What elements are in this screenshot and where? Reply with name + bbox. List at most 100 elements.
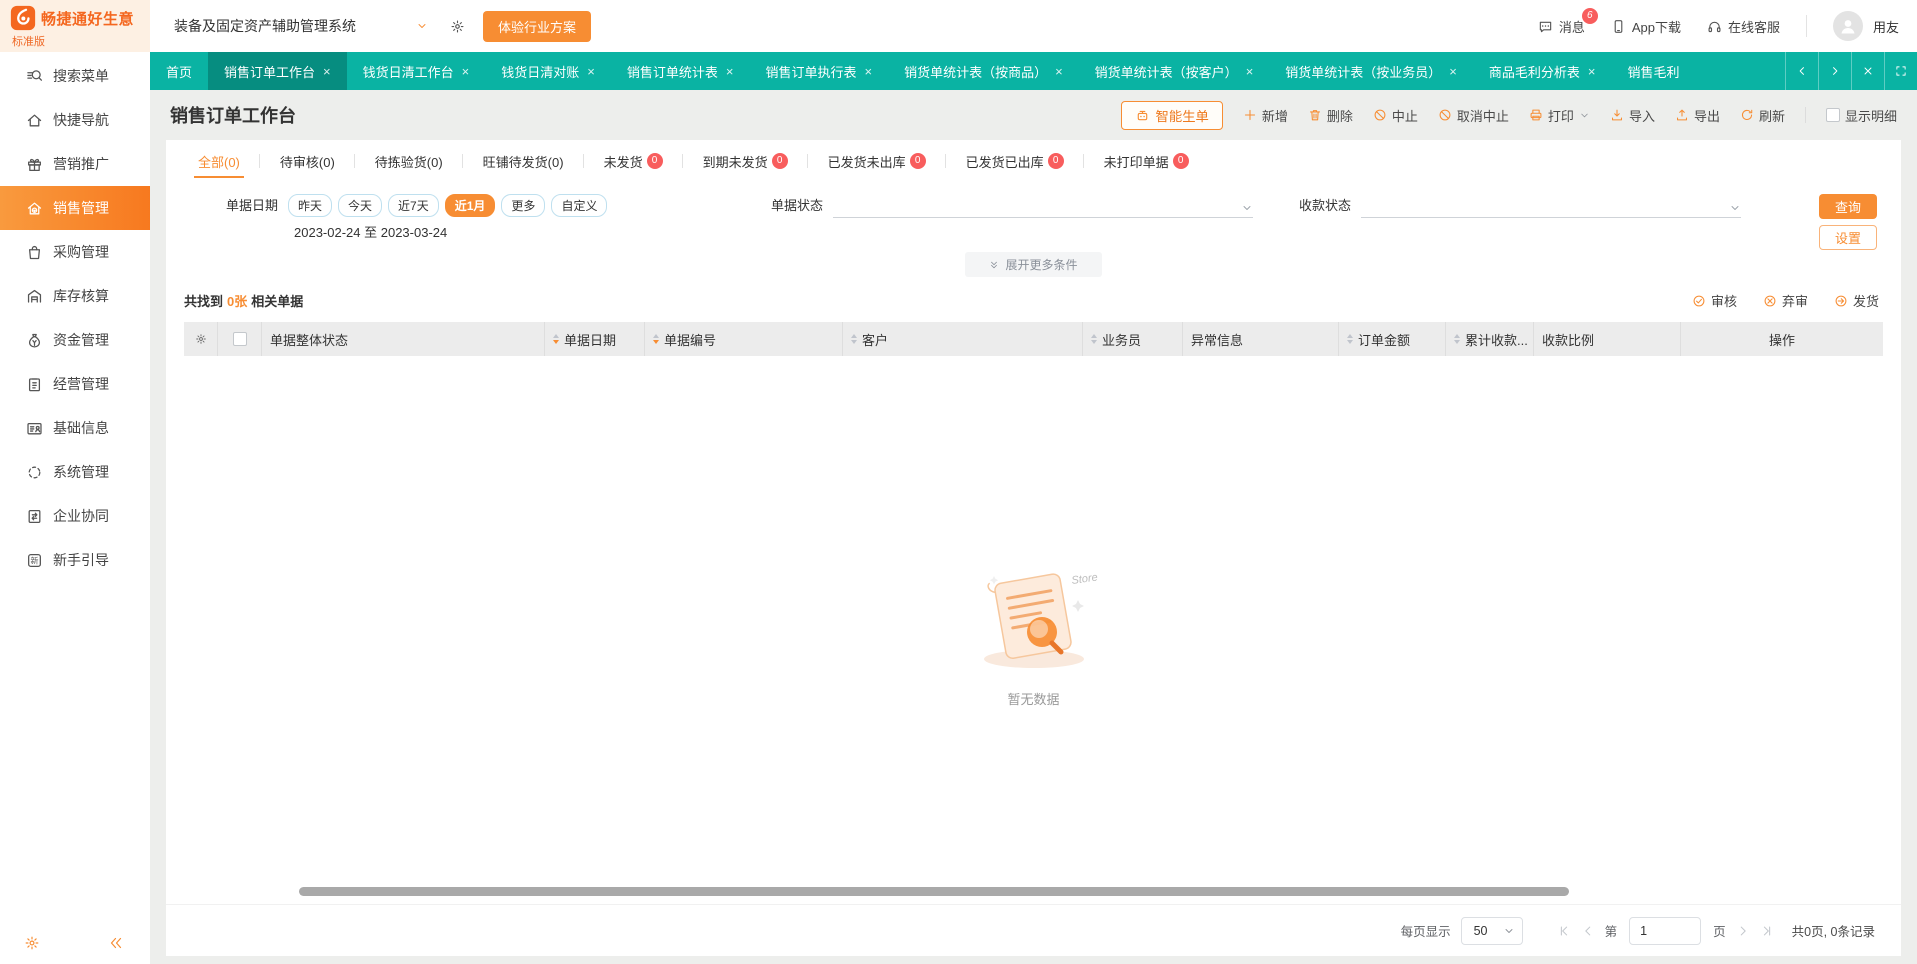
status-tab-旺铺待发货(0)[interactable]: 旺铺待发货(0) xyxy=(463,140,584,182)
sort-arrows-icon[interactable] xyxy=(1454,334,1460,344)
toolbar-checkbox-显示明细[interactable]: 显示明细 xyxy=(1825,106,1897,125)
tab-close-icon[interactable]: × xyxy=(587,65,595,78)
payment-status-select[interactable] xyxy=(1361,194,1742,218)
tab-钱货日清工作台[interactable]: 钱货日清工作台 × xyxy=(347,52,486,90)
tab-close-icon[interactable]: × xyxy=(726,65,734,78)
tab-销货单统计表（按客户）[interactable]: 销货单统计表（按客户） × xyxy=(1079,52,1270,90)
sidebar-item-采购管理[interactable]: 采购管理 xyxy=(0,230,150,274)
status-tab-未打印单据[interactable]: 未打印单据 0 xyxy=(1084,140,1209,182)
trial-button[interactable]: 体验行业方案 xyxy=(483,10,592,42)
sort-arrows-icon[interactable] xyxy=(1347,334,1353,344)
status-tab-未发货[interactable]: 未发货 0 xyxy=(584,140,683,182)
toolbar-action-删除[interactable]: 删除 xyxy=(1308,106,1353,125)
tab-销货单统计表（按业务员）[interactable]: 销货单统计表（按业务员） × xyxy=(1269,52,1473,90)
toolbar-action-刷新[interactable]: 刷新 xyxy=(1740,106,1785,125)
sidebar-item-销售管理[interactable]: 销售管理 xyxy=(0,186,150,230)
checkbox-icon[interactable] xyxy=(1825,108,1840,122)
sidebar-item-新手引导[interactable]: 新 新手引导 xyxy=(0,538,150,582)
sidebar-item-基础信息[interactable]: 基础信息 xyxy=(0,406,150,450)
toolbar-button-智能生单[interactable]: 智能生单 xyxy=(1120,100,1223,130)
tab-销售订单统计表[interactable]: 销售订单统计表 × xyxy=(611,52,750,90)
action-审核[interactable]: 审核 xyxy=(1692,291,1737,310)
date-preset-更多[interactable]: 更多 xyxy=(501,194,546,217)
sidebar-item-资金管理[interactable]: 资金管理 xyxy=(0,318,150,362)
column-header-单据编号[interactable]: 单据编号 xyxy=(645,322,843,356)
status-tab-待拣验货(0)[interactable]: 待拣验货(0) xyxy=(355,140,463,182)
date-preset-近1月[interactable]: 近1月 xyxy=(444,194,496,217)
checkbox-icon[interactable] xyxy=(232,332,247,346)
action-发货[interactable]: 发货 xyxy=(1834,291,1879,310)
sidebar-item-库存核算[interactable]: 库存核算 xyxy=(0,274,150,318)
horizontal-scrollbar-thumb[interactable] xyxy=(299,887,1569,896)
status-tab-已发货已出库[interactable]: 已发货已出库 0 xyxy=(946,140,1084,182)
next-page-button[interactable] xyxy=(1736,924,1750,938)
system-select[interactable]: 装备及固定资产辅助管理系统 xyxy=(174,16,428,36)
last-page-button[interactable] xyxy=(1760,924,1774,938)
sidebar-item-快捷导航[interactable]: 快捷导航 xyxy=(0,98,150,142)
date-preset-近7天[interactable]: 近7天 xyxy=(388,194,439,217)
expand-more-button[interactable]: 展开更多条件 xyxy=(965,252,1102,277)
prev-page-button[interactable] xyxy=(1581,924,1595,938)
sort-arrows-icon[interactable] xyxy=(553,334,559,344)
column-header-客户[interactable]: 客户 xyxy=(843,322,1083,356)
toolbar-action-导入[interactable]: 导入 xyxy=(1610,106,1655,125)
app-download-button[interactable]: App下载 xyxy=(1611,17,1681,36)
date-preset-今天[interactable]: 今天 xyxy=(338,194,383,217)
fullscreen-button[interactable] xyxy=(1884,52,1917,90)
messages-button[interactable]: 消息 6 xyxy=(1538,7,1598,36)
tabs-scroll-right-button[interactable] xyxy=(1818,52,1851,90)
status-tab-待审核(0)[interactable]: 待审核(0) xyxy=(260,140,355,182)
page-input[interactable]: 1 xyxy=(1629,916,1702,945)
doc-status-select[interactable] xyxy=(833,194,1254,218)
username[interactable]: 用友 xyxy=(1873,17,1899,36)
tab-首页[interactable]: 首页 xyxy=(150,52,208,90)
action-弃审[interactable]: 弃审 xyxy=(1763,291,1808,310)
column-header-业务员[interactable]: 业务员 xyxy=(1083,322,1183,356)
column-header-订单金额[interactable]: 订单金额 xyxy=(1339,322,1446,356)
status-tab-到期未发货[interactable]: 到期未发货 0 xyxy=(683,140,808,182)
tab-close-icon[interactable]: × xyxy=(864,65,872,78)
select-all-checkbox[interactable] xyxy=(218,322,262,356)
tab-商品毛利分析表[interactable]: 商品毛利分析表 × xyxy=(1473,52,1612,90)
toolbar-action-取消中止[interactable]: 取消中止 xyxy=(1438,106,1509,125)
sort-arrows-icon[interactable] xyxy=(1091,334,1097,344)
tab-close-icon[interactable]: × xyxy=(1055,65,1063,78)
toolbar-action-导出[interactable]: 导出 xyxy=(1675,106,1720,125)
tab-close-icon[interactable]: × xyxy=(462,65,470,78)
tab-销售订单执行表[interactable]: 销售订单执行表 × xyxy=(749,52,888,90)
toolbar-action-打印[interactable]: 打印 xyxy=(1529,106,1590,125)
avatar[interactable] xyxy=(1832,11,1863,41)
date-range-value[interactable]: 2023-02-24 至 2023-03-24 xyxy=(294,222,607,241)
sidebar-item-企业协同[interactable]: 企业协同 xyxy=(0,494,150,538)
tab-销售毛利[interactable]: 销售毛利 xyxy=(1612,52,1696,90)
sidebar-settings-gear-icon[interactable] xyxy=(24,935,40,951)
tabs-close-all-button[interactable] xyxy=(1851,52,1884,90)
search-button[interactable]: 查询 xyxy=(1819,194,1877,219)
per-page-select[interactable]: 50 xyxy=(1460,916,1523,945)
date-preset-昨天[interactable]: 昨天 xyxy=(288,194,333,217)
date-preset-自定义[interactable]: 自定义 xyxy=(551,194,608,217)
sidebar-item-营销推广[interactable]: 营销推广 xyxy=(0,142,150,186)
tab-close-icon[interactable]: × xyxy=(1588,65,1596,78)
tab-close-icon[interactable]: × xyxy=(323,65,331,78)
tab-钱货日清对账[interactable]: 钱货日清对账 × xyxy=(485,52,611,90)
tab-销货单统计表（按商品）[interactable]: 销货单统计表（按商品） × xyxy=(888,52,1079,90)
sort-arrows-icon[interactable] xyxy=(653,334,659,344)
column-header-单据日期[interactable]: 单据日期 xyxy=(545,322,645,356)
status-tab-已发货未出库[interactable]: 已发货未出库 0 xyxy=(808,140,946,182)
first-page-button[interactable] xyxy=(1557,924,1571,938)
settings-button[interactable]: 设置 xyxy=(1819,225,1877,250)
sidebar-collapse-icon[interactable] xyxy=(108,935,124,951)
column-settings-gear[interactable] xyxy=(184,322,218,356)
tabs-scroll-left-button[interactable] xyxy=(1785,52,1818,90)
sidebar-item-搜索菜单[interactable]: 搜索菜单 xyxy=(0,54,150,98)
online-service-button[interactable]: 在线客服 xyxy=(1707,17,1780,36)
toolbar-action-中止[interactable]: 中止 xyxy=(1373,106,1418,125)
sort-arrows-icon[interactable] xyxy=(851,334,857,344)
tab-销售订单工作台[interactable]: 销售订单工作台 × xyxy=(208,52,347,90)
status-tab-全部(0)[interactable]: 全部(0) xyxy=(178,140,260,182)
settings-gear-icon[interactable] xyxy=(450,19,465,34)
column-header-累计收款...[interactable]: 累计收款... xyxy=(1446,322,1534,356)
sidebar-item-经营管理[interactable]: 经营管理 xyxy=(0,362,150,406)
tab-close-icon[interactable]: × xyxy=(1246,65,1254,78)
